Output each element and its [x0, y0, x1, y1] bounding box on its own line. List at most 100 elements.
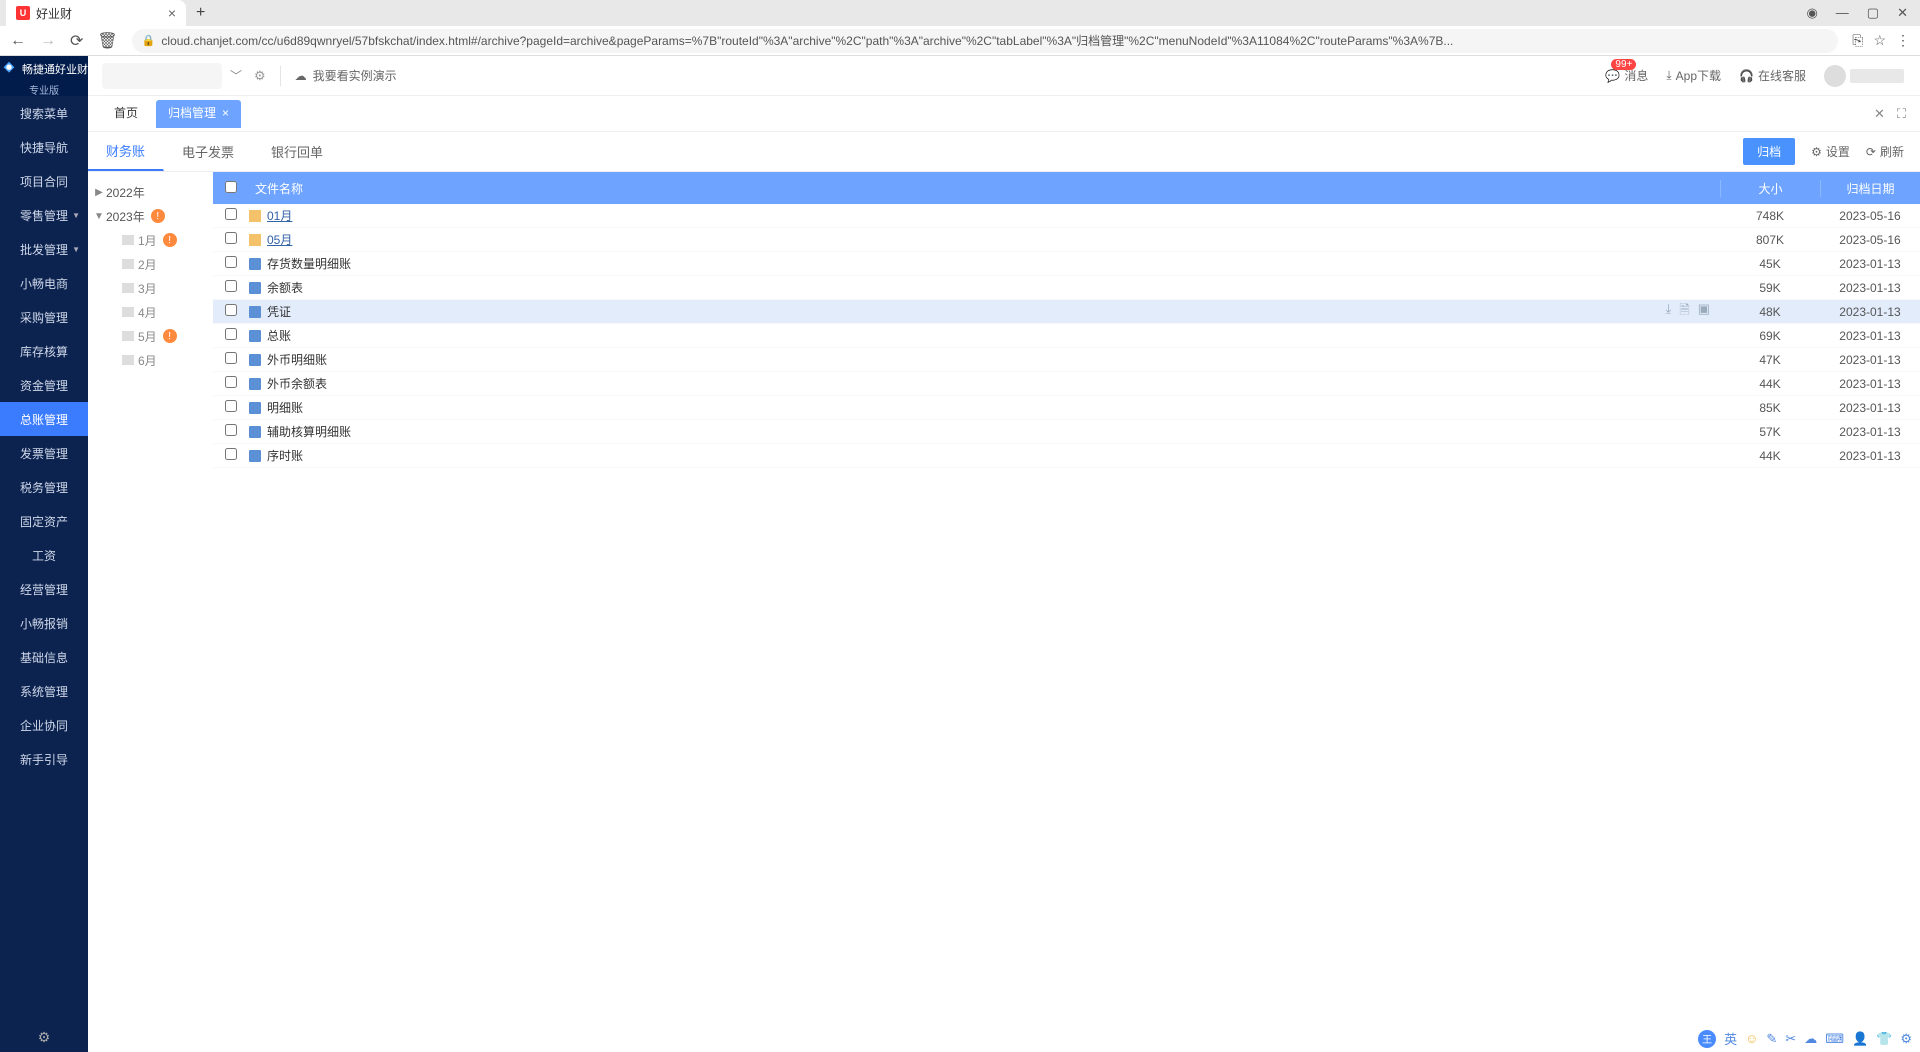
subtab-invoice[interactable]: 电子发票 — [164, 132, 253, 171]
download-icon[interactable]: ⤓ — [1666, 301, 1672, 323]
file-name[interactable]: 05月 — [267, 231, 292, 248]
subtab-bank[interactable]: 银行回单 — [253, 132, 342, 171]
sidebar-item[interactable]: 经营管理 — [0, 572, 88, 606]
sidebar-item[interactable]: 系统管理 — [0, 674, 88, 708]
col-filename[interactable]: 文件名称 — [249, 180, 1720, 197]
browser-tab[interactable]: U 好业财 × — [6, 0, 186, 26]
table-row[interactable]: 明细账85K2023-01-13 — [213, 396, 1920, 420]
download-button[interactable]: ⤓ App下载 — [1666, 67, 1721, 84]
sidebar-item[interactable]: 工资 — [0, 538, 88, 572]
window-maximize-icon[interactable]: ▢ — [1867, 5, 1879, 21]
window-close-icon[interactable]: ✕ — [1897, 5, 1908, 21]
back-icon[interactable]: ← — [10, 32, 26, 50]
sidebar-item[interactable]: 资金管理 — [0, 368, 88, 402]
sidebar-item[interactable]: 税务管理 — [0, 470, 88, 504]
select-all-checkbox[interactable] — [225, 181, 237, 193]
row-checkbox[interactable] — [225, 448, 237, 460]
user-menu[interactable] — [1824, 65, 1904, 87]
tree-month[interactable]: 4月 — [92, 300, 209, 324]
row-checkbox[interactable] — [225, 424, 237, 436]
fullscreen-icon[interactable]: ⛶ — [1897, 106, 1906, 122]
sidebar-item[interactable]: 项目合同 — [0, 164, 88, 198]
row-checkbox[interactable] — [225, 328, 237, 340]
col-size[interactable]: 大小 — [1720, 180, 1820, 197]
sidebar-item[interactable]: 搜索菜单 — [0, 96, 88, 130]
sidebar-item[interactable]: 零售管理▼ — [0, 198, 88, 232]
row-checkbox[interactable] — [225, 400, 237, 412]
delete-icon[interactable]: 🗑 — [97, 31, 117, 51]
sidebar-item[interactable]: 企业协同 — [0, 708, 88, 742]
sidebar-item[interactable]: 基础信息 — [0, 640, 88, 674]
sidebar-item[interactable]: 发票管理 — [0, 436, 88, 470]
gear-icon[interactable]: ⚙ — [254, 68, 266, 84]
address-bar[interactable]: 🔒 cloud.chanjet.com/cc/u6d89qwnryel/57bf… — [132, 29, 1839, 53]
col-date[interactable]: 归档日期 — [1820, 180, 1920, 197]
tree-month[interactable]: 1月! — [92, 228, 209, 252]
ime-person-icon[interactable]: 👤 — [1852, 1031, 1868, 1047]
row-checkbox[interactable] — [225, 352, 237, 364]
tab-close-icon[interactable]: × — [168, 5, 176, 21]
table-row[interactable]: 01月748K2023-05-16 — [213, 204, 1920, 228]
table-row[interactable]: 凭证 ⤓ 🗎 ▣ 48K2023-01-13 — [213, 300, 1920, 324]
ime-scissors-icon[interactable]: ✂ — [1785, 1031, 1796, 1047]
ime-lang[interactable]: 英 — [1724, 1029, 1737, 1048]
sidebar-item[interactable]: 快捷导航 — [0, 130, 88, 164]
ime-logo-icon[interactable]: 王 — [1698, 1030, 1716, 1048]
row-checkbox[interactable] — [225, 280, 237, 292]
table-row[interactable]: 外币明细账47K2023-01-13 — [213, 348, 1920, 372]
new-tab-button[interactable]: + — [186, 4, 215, 22]
message-button[interactable]: 99+ 💬 消息 — [1605, 67, 1648, 84]
browser-menu-icon[interactable]: ⋮ — [1896, 32, 1910, 49]
row-checkbox[interactable] — [225, 232, 237, 244]
support-button[interactable]: 🎧 在线客服 — [1739, 67, 1806, 84]
ime-settings-icon[interactable]: ⚙ — [1900, 1031, 1912, 1047]
ime-shirt-icon[interactable]: 👕 — [1876, 1031, 1892, 1047]
ime-emoji-icon[interactable]: ☺ — [1745, 1031, 1758, 1046]
sidebar-item[interactable]: 总账管理 — [0, 402, 88, 436]
tree-month[interactable]: 6月 — [92, 348, 209, 372]
reload-icon[interactable]: ⟳ — [70, 31, 83, 51]
ime-pencil-icon[interactable]: ✎ — [1766, 1031, 1777, 1047]
row-checkbox[interactable] — [225, 376, 237, 388]
install-icon[interactable]: ⎘ — [1852, 32, 1863, 49]
preview-icon[interactable]: ▣ — [1698, 301, 1710, 323]
ime-cloud-icon[interactable]: ☁ — [1804, 1031, 1817, 1047]
tab-archive[interactable]: 归档管理 × — [156, 100, 241, 128]
sidebar-item[interactable]: 固定资产 — [0, 504, 88, 538]
sidebar-item[interactable]: 批发管理▼ — [0, 232, 88, 266]
row-checkbox[interactable] — [225, 208, 237, 220]
sidebar-settings-button[interactable]: ⚙ — [0, 1022, 88, 1052]
subtab-finance[interactable]: 财务账 — [88, 132, 164, 171]
sidebar-item[interactable]: 新手引导 — [0, 742, 88, 776]
table-row[interactable]: 辅助核算明细账57K2023-01-13 — [213, 420, 1920, 444]
table-row[interactable]: 外币余额表44K2023-01-13 — [213, 372, 1920, 396]
tab-home[interactable]: 首页 — [102, 100, 150, 128]
file-name[interactable]: 01月 — [267, 207, 292, 224]
sidebar-item[interactable]: 小畅电商 — [0, 266, 88, 300]
tabs-close-all-icon[interactable]: ✕ — [1874, 106, 1885, 122]
ime-keyboard-icon[interactable]: ⌨ — [1825, 1031, 1844, 1047]
pdf-icon[interactable]: 🗎 — [1679, 301, 1689, 323]
bookmark-icon[interactable]: ☆ — [1873, 32, 1886, 49]
tree-year-2022[interactable]: ▶ 2022年 — [92, 180, 209, 204]
window-minimize-icon[interactable]: — — [1836, 5, 1849, 21]
table-row[interactable]: 存货数量明细账45K2023-01-13 — [213, 252, 1920, 276]
tree-month[interactable]: 3月 — [92, 276, 209, 300]
tree-month[interactable]: 5月! — [92, 324, 209, 348]
table-row[interactable]: 05月807K2023-05-16 — [213, 228, 1920, 252]
sidebar-item[interactable]: 采购管理 — [0, 300, 88, 334]
tab-close-icon[interactable]: × — [222, 106, 229, 120]
demo-link[interactable]: ☁ 我要看实例演示 — [295, 67, 397, 84]
org-switcher[interactable] — [102, 63, 222, 89]
tree-month[interactable]: 2月 — [92, 252, 209, 276]
archive-button[interactable]: 归档 — [1743, 138, 1795, 165]
table-row[interactable]: 余额表59K2023-01-13 — [213, 276, 1920, 300]
row-checkbox[interactable] — [225, 304, 237, 316]
sidebar-item[interactable]: 库存核算 — [0, 334, 88, 368]
table-row[interactable]: 总账69K2023-01-13 — [213, 324, 1920, 348]
sidebar-item[interactable]: 小畅报销 — [0, 606, 88, 640]
row-checkbox[interactable] — [225, 256, 237, 268]
tree-year-2023[interactable]: ▼ 2023年 ! — [92, 204, 209, 228]
settings-link[interactable]: ⚙设置 — [1811, 143, 1850, 160]
refresh-link[interactable]: ⟳刷新 — [1866, 143, 1904, 160]
